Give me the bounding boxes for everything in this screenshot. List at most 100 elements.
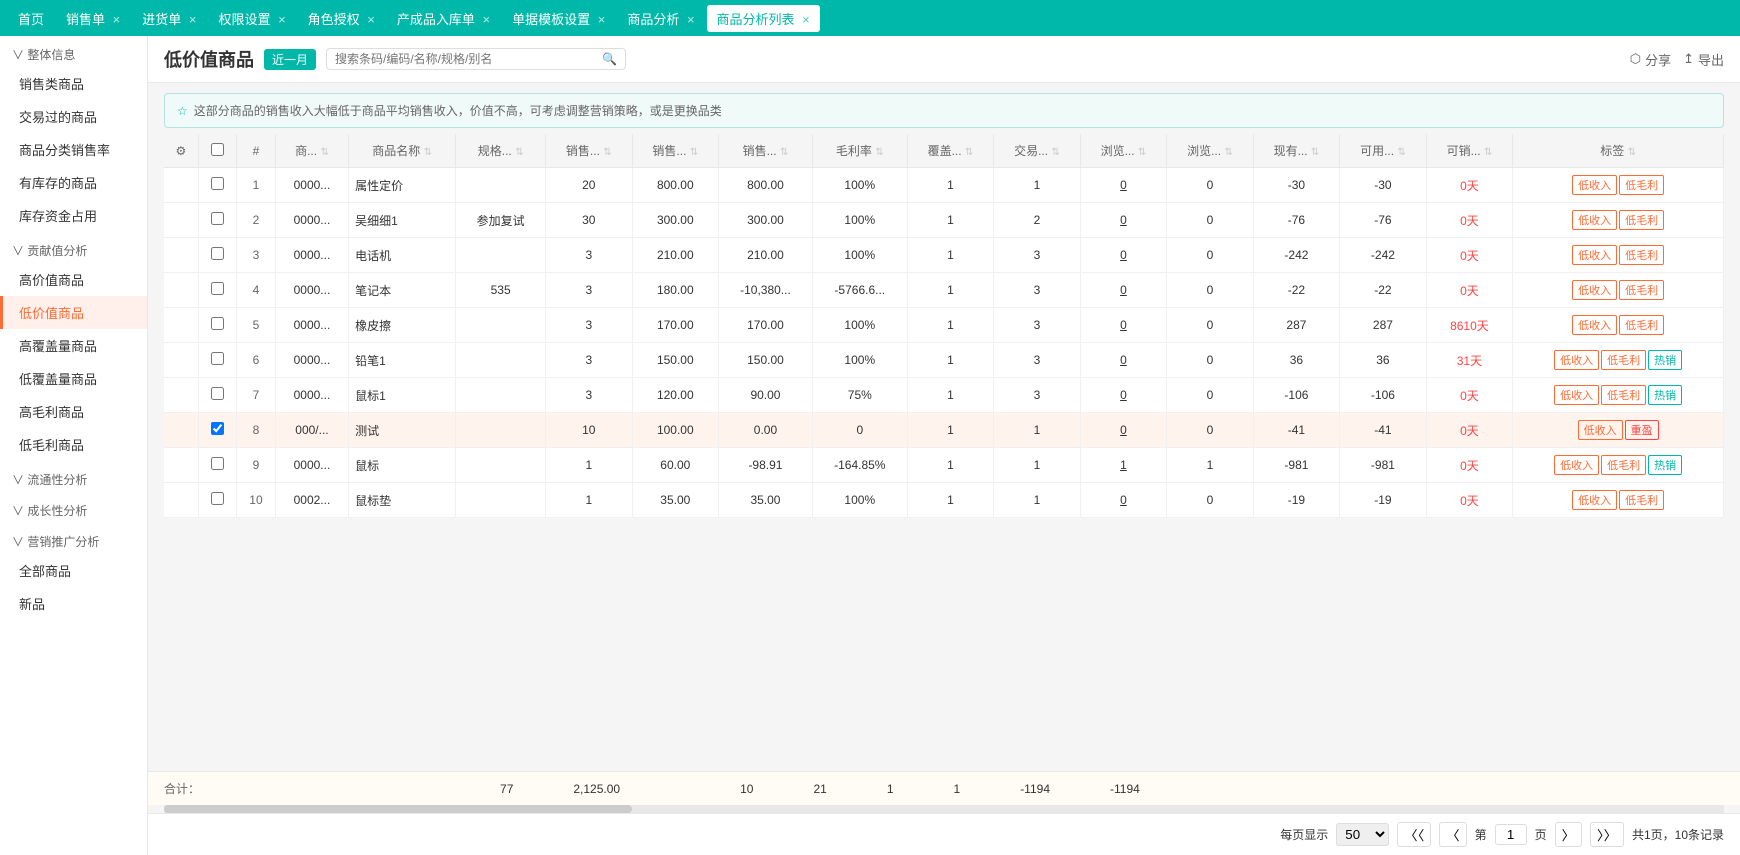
share-button[interactable]: ⬡ 分享 [1630, 50, 1671, 69]
sidebar-item-sales-goods[interactable]: 销售类商品 [0, 67, 147, 100]
row-checkbox[interactable] [198, 308, 236, 343]
row-browse1[interactable]: 0 [1080, 483, 1167, 518]
sidebar-item-low-coverage[interactable]: 低覆盖量商品 [0, 362, 147, 395]
sidebar-item-low-margin[interactable]: 低毛利商品 [0, 428, 147, 461]
col-tag[interactable]: 标签 ⇅ [1513, 134, 1724, 168]
tag-badge: 重盈 [1625, 420, 1659, 440]
page-input[interactable] [1495, 824, 1527, 845]
col-spec[interactable]: 规格... ⇅ [456, 134, 546, 168]
col-name[interactable]: 商品名称 ⇅ [349, 134, 456, 168]
browse1-link[interactable]: 0 [1120, 423, 1127, 437]
row-stock2: -19 [1340, 483, 1427, 518]
row-checkbox[interactable] [198, 448, 236, 483]
next-page-btn[interactable]: 〉 [1555, 822, 1582, 847]
row-browse1[interactable]: 0 [1080, 273, 1167, 308]
row-browse1[interactable]: 0 [1080, 168, 1167, 203]
col-browse2[interactable]: 浏览... ⇅ [1167, 134, 1254, 168]
col-stock2[interactable]: 可用... ⇅ [1340, 134, 1427, 168]
row-checkbox-input[interactable] [211, 422, 224, 435]
col-cover[interactable]: 覆盖... ⇅ [907, 134, 994, 168]
tag-badge: 低收入 [1554, 455, 1599, 475]
sidebar-item-category-rate[interactable]: 商品分类销售率 [0, 133, 147, 166]
nav-purchase[interactable]: 进货单 × [132, 5, 206, 32]
row-checkbox[interactable] [198, 378, 236, 413]
sidebar-item-high-coverage[interactable]: 高覆盖量商品 [0, 329, 147, 362]
export-button[interactable]: ↥ 导出 [1683, 50, 1724, 69]
row-checkbox-input[interactable] [211, 457, 224, 470]
nav-product-in[interactable]: 产成品入库单 × [387, 5, 500, 32]
row-checkbox[interactable] [198, 203, 236, 238]
browse1-link[interactable]: 0 [1120, 213, 1127, 227]
row-browse1[interactable]: 0 [1080, 203, 1167, 238]
nav-analysis[interactable]: 商品分析 × [617, 5, 704, 32]
last-page-btn[interactable]: 〉〉 [1590, 822, 1624, 847]
per-page-select[interactable]: 50 100 [1336, 823, 1389, 846]
sidebar-item-low-value[interactable]: 低价值商品 [0, 296, 147, 329]
row-browse1[interactable]: 1 [1080, 448, 1167, 483]
search-input[interactable] [335, 52, 602, 66]
browse1-link[interactable]: 0 [1120, 178, 1127, 192]
browse1-link[interactable]: 0 [1120, 388, 1127, 402]
row-checkbox-input[interactable] [211, 352, 224, 365]
row-checkbox-input[interactable] [211, 282, 224, 295]
row-checkbox[interactable] [198, 168, 236, 203]
col-code[interactable]: 商... ⇅ [275, 134, 348, 168]
nav-home[interactable]: 首页 [8, 5, 54, 32]
sidebar-item-high-value[interactable]: 高价值商品 [0, 263, 147, 296]
row-browse1[interactable]: 0 [1080, 308, 1167, 343]
col-trade[interactable]: 交易... ⇅ [994, 134, 1081, 168]
row-checkbox[interactable] [198, 413, 236, 448]
col-stock1[interactable]: 现有... ⇅ [1253, 134, 1340, 168]
row-gross: 0 [812, 413, 907, 448]
first-page-btn[interactable]: 〈〈 [1397, 822, 1431, 847]
row-stock1: -41 [1253, 413, 1340, 448]
row-checkbox-input[interactable] [211, 492, 224, 505]
browse1-link[interactable]: 1 [1120, 458, 1127, 472]
col-gross[interactable]: 毛利率 ⇅ [812, 134, 907, 168]
row-checkbox[interactable] [198, 238, 236, 273]
sidebar-item-traded[interactable]: 交易过的商品 [0, 100, 147, 133]
row-browse1[interactable]: 0 [1080, 378, 1167, 413]
row-browse1[interactable]: 0 [1080, 238, 1167, 273]
col-sales1[interactable]: 销售... ⇅ [546, 134, 633, 168]
prev-page-btn[interactable]: 〈 [1439, 822, 1466, 847]
row-browse1[interactable]: 0 [1080, 413, 1167, 448]
row-checkbox-input[interactable] [211, 177, 224, 190]
row-stock2: 36 [1340, 343, 1427, 378]
col-sales2[interactable]: 销售... ⇅ [632, 134, 719, 168]
col-browse1[interactable]: 浏览... ⇅ [1080, 134, 1167, 168]
tag-badge: 低收入 [1572, 175, 1617, 195]
row-checkbox-input[interactable] [211, 387, 224, 400]
browse1-link[interactable]: 0 [1120, 248, 1127, 262]
browse1-link[interactable]: 0 [1120, 353, 1127, 367]
nav-analysis-list[interactable]: 商品分析列表 × [707, 5, 820, 32]
notice-icon: ☆ [177, 104, 188, 118]
col-stock3[interactable]: 可销... ⇅ [1426, 134, 1513, 168]
browse1-link[interactable]: 0 [1120, 318, 1127, 332]
row-checkbox[interactable] [198, 483, 236, 518]
browse1-link[interactable]: 0 [1120, 283, 1127, 297]
row-checkbox-input[interactable] [211, 247, 224, 260]
row-checkbox[interactable] [198, 273, 236, 308]
nav-permission[interactable]: 权限设置 × [208, 5, 295, 32]
row-browse1[interactable]: 0 [1080, 343, 1167, 378]
select-all-checkbox[interactable] [211, 143, 224, 156]
filter-tag[interactable]: 近一月 [264, 49, 316, 70]
sidebar-item-high-margin[interactable]: 高毛利商品 [0, 395, 147, 428]
nav-role[interactable]: 角色授权 × [298, 5, 385, 32]
search-box[interactable]: 🔍 [326, 48, 626, 70]
col-checkbox[interactable] [198, 134, 236, 168]
col-sales3[interactable]: 销售... ⇅ [719, 134, 813, 168]
sidebar-item-all-goods[interactable]: 全部商品 [0, 554, 147, 587]
browse1-link[interactable]: 0 [1120, 493, 1127, 507]
sidebar-item-stock-funds[interactable]: 库存资金占用 [0, 199, 147, 232]
col-settings[interactable]: ⚙ [164, 134, 198, 168]
row-num: 2 [237, 203, 276, 238]
row-checkbox-input[interactable] [211, 317, 224, 330]
nav-sales[interactable]: 销售单 × [56, 5, 130, 32]
sidebar-item-new-goods[interactable]: 新品 [0, 587, 147, 620]
sidebar-item-stock-goods[interactable]: 有库存的商品 [0, 166, 147, 199]
nav-template[interactable]: 单据模板设置 × [502, 5, 615, 32]
row-checkbox[interactable] [198, 343, 236, 378]
row-checkbox-input[interactable] [211, 212, 224, 225]
